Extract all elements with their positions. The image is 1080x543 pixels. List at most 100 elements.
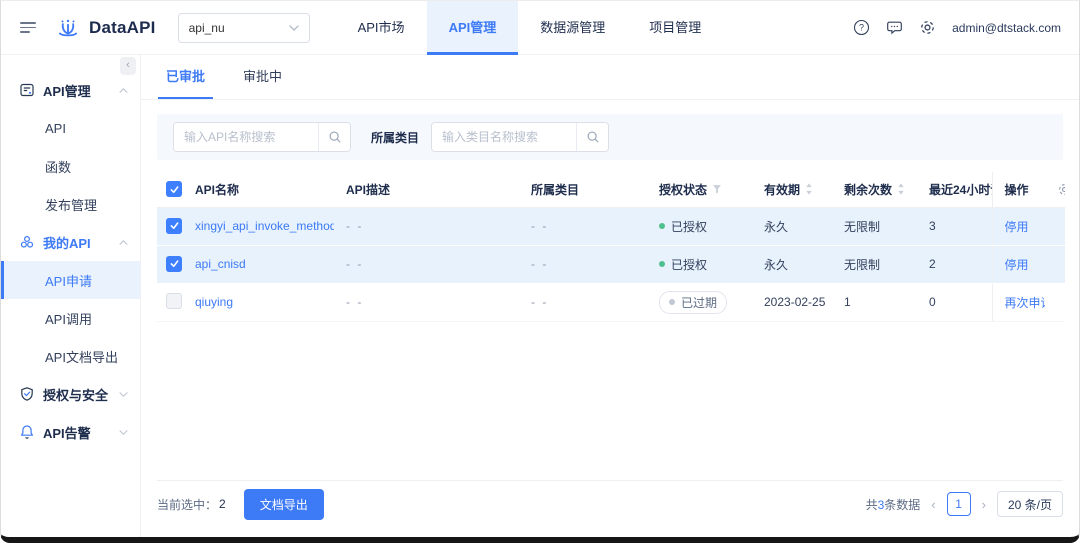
api-manage-icon: [19, 82, 35, 98]
sidebar: ‹ API管理 API 函数 发布管理 我的API API申请 API调用 AP…: [1, 55, 141, 537]
sidebar-item-api-call[interactable]: API调用: [1, 299, 140, 337]
api-name-link[interactable]: qiuying: [195, 295, 233, 309]
brand-logo[interactable]: DataAPI: [55, 15, 156, 41]
sidebar-item-api[interactable]: API: [1, 109, 140, 147]
col-header-calls-24h: 最近24小时调用: [917, 172, 992, 208]
sidebar-item-function[interactable]: 函数: [1, 147, 140, 185]
status-badge: 已授权: [659, 218, 707, 235]
row-checkbox[interactable]: [166, 217, 182, 234]
remaining-count: 无限制: [832, 245, 917, 284]
status-badge: 已过期: [659, 290, 728, 314]
page-number-button[interactable]: 1: [946, 492, 971, 516]
api-name-link[interactable]: api_cnisd: [195, 257, 246, 271]
top-header: DataAPI api_nu API市场 API管理 数据源管理 项目管理 ?: [1, 1, 1079, 55]
feedback-chat-icon[interactable]: [886, 19, 903, 36]
page-body: ‹ API管理 API 函数 发布管理 我的API API申请 API调用 AP…: [1, 55, 1079, 537]
nav-api-market[interactable]: API市场: [336, 1, 427, 55]
nav-api-manage[interactable]: API管理: [426, 1, 519, 55]
category-search-group: [431, 122, 610, 152]
api-name-search-input[interactable]: [174, 123, 318, 151]
bell-icon: [19, 424, 35, 440]
row-checkbox[interactable]: [166, 255, 182, 272]
main-panel: 已审批 审批中 输入API名称搜索 所属类目 输入类目名称搜索 API名称 AP…: [141, 55, 1079, 537]
sidebar-item-publish-manage[interactable]: 发布管理: [1, 185, 140, 223]
search-button[interactable]: [576, 123, 609, 151]
category-search-input[interactable]: [432, 123, 577, 151]
tab-in-review[interactable]: 审批中: [243, 55, 282, 99]
prev-page-button[interactable]: ‹: [930, 497, 936, 512]
magnifier-icon: [328, 130, 342, 144]
filter-bar: 所属类目: [157, 114, 1063, 160]
nav-datasource-manage[interactable]: 数据源管理: [518, 1, 627, 55]
nav-project-manage[interactable]: 项目管理: [627, 1, 723, 55]
user-email[interactable]: admin@dtstack.com: [952, 21, 1061, 35]
search-button[interactable]: [318, 123, 350, 151]
hamburger-lines: [20, 19, 36, 36]
filter-funnel-icon[interactable]: [712, 184, 722, 194]
sidebar-group-label: API管理: [43, 83, 91, 99]
col-header-api-desc: API描述: [334, 172, 519, 208]
table-row[interactable]: qiuying - - - - 已过期 2023-02-25 1 0 再次申请: [157, 283, 1065, 322]
sidebar-group-label: 授权与安全: [43, 387, 109, 403]
api-category: - -: [531, 295, 549, 309]
select-all-checkbox[interactable]: [166, 181, 182, 197]
sidebar-group-label: 我的API: [43, 235, 91, 251]
app-window: DataAPI api_nu API市场 API管理 数据源管理 项目管理 ?: [0, 0, 1080, 543]
page-size-select[interactable]: 20 条/页: [996, 491, 1063, 517]
help-icon[interactable]: ?: [853, 19, 870, 36]
table-row[interactable]: api_cnisd - - - - 已授权 永久 无限制 2 停用: [157, 245, 1065, 284]
selected-count-label: 当前选中：: [157, 497, 218, 512]
selected-count-value: 2: [219, 497, 226, 511]
reapply-action-link[interactable]: 再次申请: [1005, 296, 1046, 310]
api-name-link[interactable]: xingyi_api_invoke_method: [195, 219, 334, 233]
hamburger-menu-icon[interactable]: [1, 1, 55, 55]
sorter-icon[interactable]: [805, 183, 813, 195]
sorter-icon[interactable]: [897, 183, 905, 195]
status-dot: [669, 299, 675, 305]
col-header-auth-status: 授权状态: [659, 182, 708, 197]
sidebar-item-api-apply[interactable]: API申请: [1, 261, 140, 299]
category-filter-label: 所属类目: [371, 130, 420, 145]
calls-24h: 0: [917, 283, 992, 322]
row-checkbox[interactable]: [166, 292, 182, 309]
sidebar-group-label: API告警: [43, 425, 91, 441]
status-dot: [659, 261, 665, 267]
col-header-action: 操作: [991, 172, 1045, 208]
col-header-validity: 有效期: [764, 182, 801, 197]
api-desc: - -: [346, 257, 364, 271]
validity: 2023-02-25: [752, 283, 832, 322]
calls-24h: 3: [917, 207, 992, 246]
status-dot: [659, 223, 665, 229]
top-right-actions: ? admin@dtstack.com: [853, 19, 1079, 36]
settings-gear-icon[interactable]: [919, 19, 936, 36]
table-row[interactable]: xingyi_api_invoke_method - - - - 已授权 永久 …: [157, 207, 1065, 246]
sidebar-group-auth-security[interactable]: 授权与安全: [1, 375, 140, 413]
sidebar-group-api-manage[interactable]: API管理: [1, 71, 140, 109]
sidebar-collapse-button[interactable]: ‹: [120, 57, 136, 75]
chevron-down-icon: [288, 24, 299, 32]
col-header-category: 所属类目: [519, 172, 647, 208]
doc-export-button[interactable]: 文档导出: [243, 488, 324, 520]
total-count-text: 共3条数据: [865, 497, 921, 512]
workspace-select[interactable]: api_nu: [177, 12, 310, 43]
api-table: API名称 API描述 所属类目 授权状态 有效期 剩余次数 最近24小时 操作…: [157, 172, 1065, 322]
col-header-remaining: 剩余次数: [844, 182, 893, 197]
svg-text:?: ?: [859, 23, 864, 33]
remaining-count: 无限制: [832, 207, 917, 246]
column-settings-gear-icon[interactable]: [1057, 182, 1065, 197]
sidebar-group-my-api[interactable]: 我的API: [1, 223, 140, 261]
table-header-row: API名称 API描述 所属类目 授权状态 有效期 剩余次数 最近24小时 操作: [157, 172, 1065, 208]
sidebar-group-api-alert[interactable]: API告警: [1, 413, 140, 451]
fountain-logo-icon: [55, 15, 81, 41]
sidebar-item-api-doc-export[interactable]: API文档导出: [1, 337, 140, 375]
api-desc: - -: [346, 295, 364, 309]
tab-approved[interactable]: 已审批: [157, 55, 214, 99]
disable-action-link[interactable]: 停用: [1005, 258, 1029, 272]
api-category: - -: [531, 257, 549, 271]
api-name-search-group: [173, 122, 351, 152]
next-page-button[interactable]: ›: [981, 497, 987, 512]
disable-action-link[interactable]: 停用: [1005, 220, 1029, 234]
remaining-count: 1: [832, 283, 917, 322]
my-api-icon: [19, 234, 35, 250]
magnifier-icon: [586, 130, 600, 144]
